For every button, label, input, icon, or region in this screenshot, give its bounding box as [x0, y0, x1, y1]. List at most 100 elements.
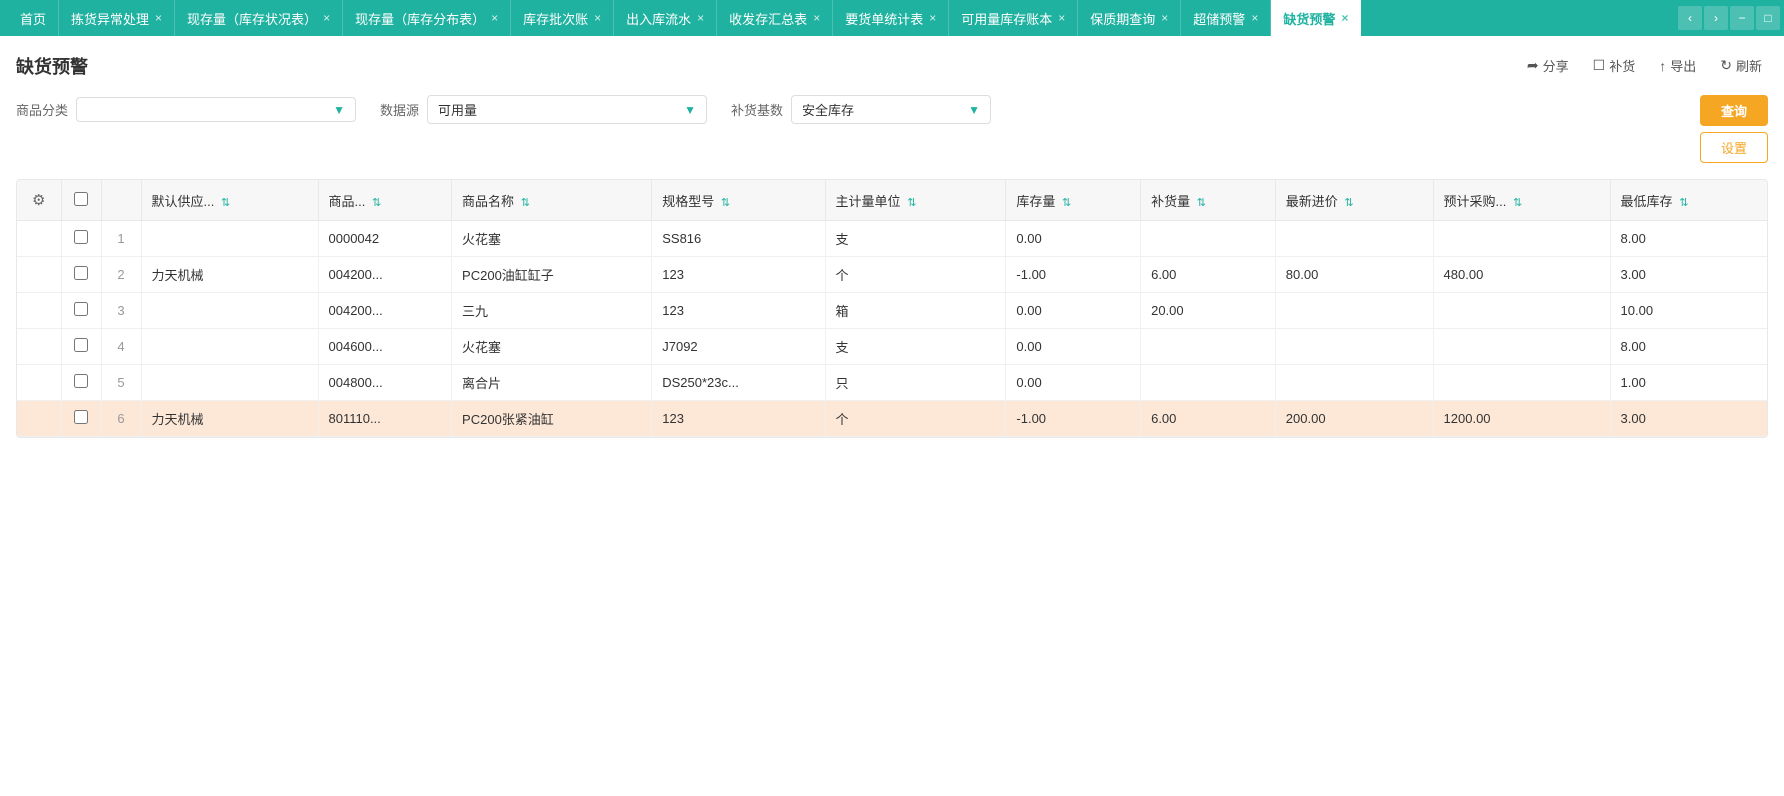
- datasource-select[interactable]: 可用量 ▼: [427, 95, 707, 124]
- close-tab-inventory-dist[interactable]: ×: [491, 11, 498, 25]
- close-tab-abnormal[interactable]: ×: [155, 11, 162, 25]
- close-tab-batch-account[interactable]: ×: [594, 11, 601, 25]
- row-latest-price-3: [1275, 329, 1433, 365]
- row-latest-price-4: [1275, 365, 1433, 401]
- tab-inventory-status[interactable]: 现存量（库存状况表） ×: [175, 0, 343, 36]
- row-replenish-1: 6.00: [1141, 257, 1276, 293]
- row-product-name-1: PC200油缸缸子: [452, 257, 652, 293]
- row-replenish-5: 6.00: [1141, 401, 1276, 437]
- tab-abnormal[interactable]: 拣货异常处理 ×: [59, 0, 175, 36]
- row-checkbox-cell-3[interactable]: [61, 329, 101, 365]
- tab-next-button[interactable]: ›: [1704, 6, 1728, 30]
- close-tab-available-ledger[interactable]: ×: [1058, 11, 1065, 25]
- tab-overstock[interactable]: 超储预警 ×: [1181, 0, 1271, 36]
- row-unit-3: 支: [825, 329, 1006, 365]
- row-index-4: 5: [101, 365, 141, 401]
- row-spec-5: 123: [652, 401, 825, 437]
- share-button[interactable]: ➦ 分享: [1521, 52, 1575, 79]
- refresh-button[interactable]: ↻ 刷新: [1714, 52, 1768, 79]
- row-replenish-2: 20.00: [1141, 293, 1276, 329]
- close-tab-overstock[interactable]: ×: [1251, 11, 1258, 25]
- query-button[interactable]: 查询: [1700, 95, 1768, 126]
- th-select-all[interactable]: [61, 180, 101, 221]
- export-button[interactable]: ↑ 导出: [1653, 52, 1702, 79]
- tab-expiry-query[interactable]: 保质期查询 ×: [1078, 0, 1181, 36]
- th-product-name[interactable]: 商品名称 ⇅: [452, 180, 652, 221]
- row-latest-price-1: 80.00: [1275, 257, 1433, 293]
- tab-nav-buttons: ‹ › − □: [1678, 6, 1780, 30]
- row-checkbox-3[interactable]: [74, 338, 88, 352]
- row-min-stock-1: 3.00: [1610, 257, 1767, 293]
- th-unit[interactable]: 主计量单位 ⇅: [825, 180, 1006, 221]
- close-tab-order-stats[interactable]: ×: [929, 11, 936, 25]
- replenish-base-select[interactable]: 安全库存 ▼: [791, 95, 991, 124]
- row-inventory-5: -1.00: [1006, 401, 1141, 437]
- close-tab-inventory-status[interactable]: ×: [323, 11, 330, 25]
- sort-supplier-icon: ⇅: [221, 197, 230, 209]
- th-supplier[interactable]: 默认供应... ⇅: [141, 180, 318, 221]
- close-tab-shortage[interactable]: ×: [1341, 11, 1348, 25]
- row-checkbox-cell-4[interactable]: [61, 365, 101, 401]
- row-actions-5: [17, 401, 61, 437]
- replenish-button[interactable]: ☐ 补货: [1587, 52, 1642, 79]
- row-spec-4: DS250*23c...: [652, 365, 825, 401]
- sort-name-icon: ⇅: [521, 197, 530, 209]
- th-min-stock[interactable]: 最低库存 ⇅: [1610, 180, 1767, 221]
- row-min-stock-0: 8.00: [1610, 221, 1767, 257]
- row-inventory-1: -1.00: [1006, 257, 1141, 293]
- tab-inout-flow[interactable]: 出入库流水 ×: [614, 0, 717, 36]
- th-spec[interactable]: 规格型号 ⇅: [652, 180, 825, 221]
- th-inventory[interactable]: 库存量 ⇅: [1006, 180, 1141, 221]
- close-tab-expiry-query[interactable]: ×: [1161, 11, 1168, 25]
- close-tab-inout-flow[interactable]: ×: [697, 11, 704, 25]
- th-index: [101, 180, 141, 221]
- tab-home[interactable]: 首页: [4, 0, 59, 36]
- tab-maximize-button[interactable]: □: [1756, 6, 1780, 30]
- row-checkbox-cell-1[interactable]: [61, 257, 101, 293]
- tab-inventory-dist[interactable]: 现存量（库存分布表） ×: [343, 0, 511, 36]
- row-checkbox-5[interactable]: [74, 410, 88, 424]
- row-spec-3: J7092: [652, 329, 825, 365]
- row-inventory-0: 0.00: [1006, 221, 1141, 257]
- row-actions-1: [17, 257, 61, 293]
- th-latest-price[interactable]: 最新进价 ⇅: [1275, 180, 1433, 221]
- tab-available-ledger[interactable]: 可用量库存账本 ×: [949, 0, 1078, 36]
- th-replenish[interactable]: 补货量 ⇅: [1141, 180, 1276, 221]
- column-settings-button[interactable]: ⚙: [28, 189, 49, 211]
- row-checkbox-2[interactable]: [74, 302, 88, 316]
- row-latest-price-0: [1275, 221, 1433, 257]
- row-product-code-4: 004800...: [318, 365, 452, 401]
- row-est-purchase-3: [1433, 329, 1610, 365]
- settings-button[interactable]: 设置: [1700, 132, 1768, 163]
- tab-shortage[interactable]: 缺货预警 ×: [1271, 0, 1361, 36]
- tab-prev-button[interactable]: ‹: [1678, 6, 1702, 30]
- category-select[interactable]: ▼: [76, 97, 356, 122]
- row-est-purchase-1: 480.00: [1433, 257, 1610, 293]
- row-checkbox-1[interactable]: [74, 266, 88, 280]
- tab-receive-summary[interactable]: 收发存汇总表 ×: [717, 0, 833, 36]
- row-index-2: 3: [101, 293, 141, 329]
- row-est-purchase-2: [1433, 293, 1610, 329]
- th-est-purchase[interactable]: 预计采购... ⇅: [1433, 180, 1610, 221]
- row-product-code-2: 004200...: [318, 293, 452, 329]
- row-checkbox-cell-2[interactable]: [61, 293, 101, 329]
- tab-batch-account[interactable]: 库存批次账 ×: [511, 0, 614, 36]
- th-product-code[interactable]: 商品... ⇅: [318, 180, 452, 221]
- export-icon: ↑: [1659, 58, 1666, 74]
- row-est-purchase-4: [1433, 365, 1610, 401]
- datasource-label: 数据源: [380, 100, 419, 119]
- row-product-code-1: 004200...: [318, 257, 452, 293]
- replenish-base-arrow-icon: ▼: [968, 103, 980, 117]
- close-tab-receive-summary[interactable]: ×: [813, 11, 820, 25]
- row-replenish-3: [1141, 329, 1276, 365]
- select-all-checkbox[interactable]: [74, 192, 88, 206]
- sort-est-icon: ⇅: [1513, 197, 1522, 209]
- datasource-arrow-icon: ▼: [684, 103, 696, 117]
- tab-minimize-button[interactable]: −: [1730, 6, 1754, 30]
- row-checkbox-cell-0[interactable]: [61, 221, 101, 257]
- row-checkbox-cell-5[interactable]: [61, 401, 101, 437]
- row-checkbox-0[interactable]: [74, 230, 88, 244]
- row-checkbox-4[interactable]: [74, 374, 88, 388]
- tab-order-stats[interactable]: 要货单统计表 ×: [833, 0, 949, 36]
- row-replenish-4: [1141, 365, 1276, 401]
